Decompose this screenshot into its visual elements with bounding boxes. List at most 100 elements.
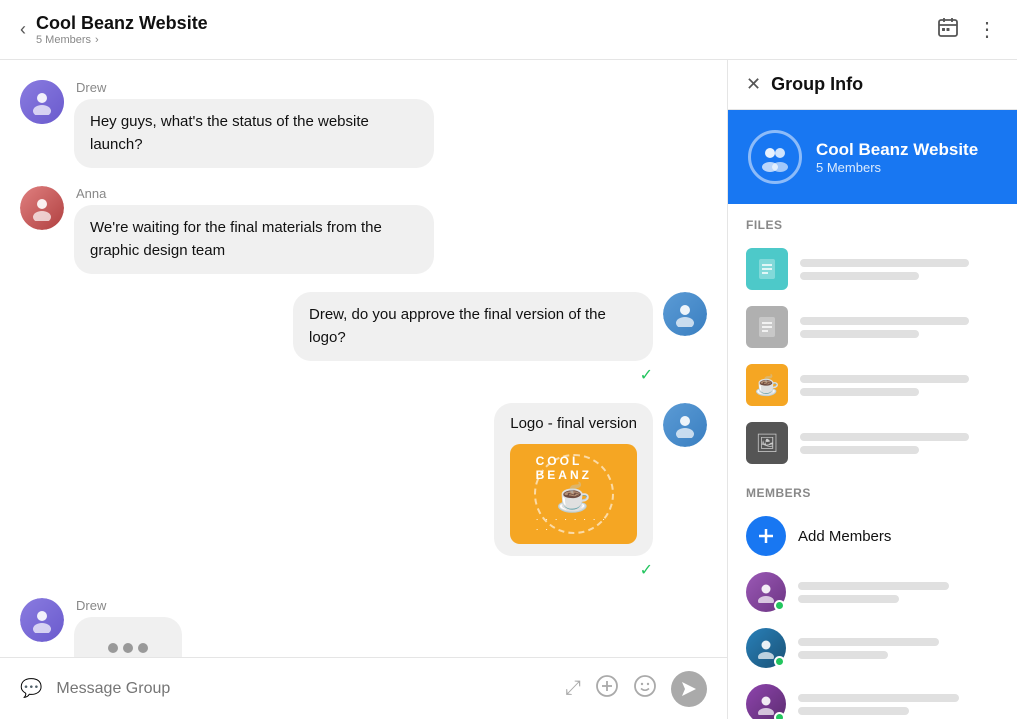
- subtitle-chevron: ›: [95, 34, 99, 46]
- calendar-icon[interactable]: [937, 16, 959, 44]
- sender-name: Drew: [74, 80, 434, 95]
- logo-text-top: COOL BEANZ: [536, 454, 612, 482]
- member-info-3: [798, 694, 999, 715]
- bubble-wrap: Drew Hey guys, what's the status of the …: [74, 80, 434, 168]
- add-circle-icon: [746, 516, 786, 556]
- send-button[interactable]: [671, 671, 707, 707]
- member-item-3: [728, 676, 1017, 719]
- avatar-anna: [20, 186, 64, 230]
- logo-circle: COOL BEANZ ☕ · · · · · · · · · ·: [534, 454, 614, 534]
- dot-1: [108, 643, 118, 653]
- file-info-3: [800, 375, 999, 396]
- add-members-label: Add Members: [798, 528, 891, 545]
- chat-title: Cool Beanz Website: [36, 13, 937, 34]
- avatar-outgoing: [663, 292, 707, 336]
- typing-indicator: [90, 629, 166, 657]
- expand-icon[interactable]: ⤢: [565, 677, 581, 700]
- sender-name: Anna: [74, 186, 434, 201]
- file-meta-line: [800, 272, 919, 280]
- member-avatar-1: [746, 572, 786, 612]
- bubble-wrap-logo: Logo - final version COOL BEANZ ☕ · · · …: [494, 403, 653, 580]
- member-avatar-2: [746, 628, 786, 668]
- file-name-line-3: [800, 375, 969, 383]
- file-info-4: [800, 433, 999, 454]
- file-thumbnail-3: ☕: [746, 364, 788, 406]
- message-row-logo: Logo - final version COOL BEANZ ☕ · · · …: [20, 403, 707, 580]
- close-icon[interactable]: ✕: [746, 74, 761, 95]
- online-status-3: [774, 712, 785, 719]
- add-members-button[interactable]: Add Members: [728, 508, 1017, 564]
- dot-3: [138, 643, 148, 653]
- file-meta-line-2: [800, 330, 919, 338]
- member-info-2: [798, 638, 999, 659]
- bubble-wrap-typing: Drew: [74, 598, 182, 657]
- group-banner-name: Cool Beanz Website: [816, 140, 978, 160]
- header-title-area: Cool Beanz Website 5 Members ›: [36, 13, 937, 46]
- logo-image: COOL BEANZ ☕ · · · · · · · · · ·: [510, 444, 637, 544]
- chat-icon: 💬: [20, 678, 42, 699]
- message-row-typing: Drew: [20, 598, 707, 657]
- avatar-drew: [20, 80, 64, 124]
- message-bubble-outgoing: Drew, do you approve the final version o…: [293, 292, 653, 361]
- member-name-line: [798, 582, 949, 590]
- message-row-outgoing: Drew, do you approve the final version o…: [20, 292, 707, 385]
- group-banner-members: 5 Members: [816, 160, 978, 175]
- file-item: [728, 298, 1017, 356]
- avatar-outgoing-2: [663, 403, 707, 447]
- dot-2: [123, 643, 133, 653]
- emoji-icon[interactable]: [633, 674, 657, 704]
- file-name-line: [800, 259, 969, 267]
- member-item-2: [728, 620, 1017, 676]
- member-info-1: [798, 582, 999, 603]
- panel-title: Group Info: [771, 74, 863, 95]
- members-section-title: MEMBERS: [728, 472, 1017, 508]
- header: ‹ Cool Beanz Website 5 Members › ⋮: [0, 0, 1017, 60]
- file-info-2: [800, 317, 999, 338]
- member-role-line-2: [798, 651, 888, 659]
- read-receipt: ✓: [640, 365, 653, 385]
- file-thumbnail: [746, 248, 788, 290]
- messages-list: Drew Hey guys, what's the status of the …: [0, 60, 727, 657]
- group-banner: Cool Beanz Website 5 Members: [728, 110, 1017, 204]
- message-input-bar: 💬 ⤢: [0, 657, 727, 719]
- avatar-drew-2: [20, 598, 64, 642]
- message-input[interactable]: [56, 680, 551, 698]
- add-icon[interactable]: [595, 674, 619, 704]
- logo-bubble: Logo - final version COOL BEANZ ☕ · · · …: [494, 403, 653, 556]
- read-receipt-logo: ✓: [640, 560, 653, 580]
- main: Drew Hey guys, what's the status of the …: [0, 60, 1017, 719]
- typing-bubble: [74, 617, 182, 657]
- back-button[interactable]: ‹: [20, 19, 26, 40]
- member-role-line: [798, 595, 899, 603]
- member-avatar-3: [746, 684, 786, 719]
- members-count: 5 Members: [36, 34, 91, 46]
- file-item: [728, 240, 1017, 298]
- sender-name-typing: Drew: [74, 598, 182, 613]
- group-avatar-icon: [748, 130, 802, 184]
- logo-title: Logo - final version: [510, 415, 637, 434]
- chat-area: Drew Hey guys, what's the status of the …: [0, 60, 727, 719]
- group-banner-info: Cool Beanz Website 5 Members: [816, 140, 978, 175]
- members-subtitle[interactable]: 5 Members ›: [36, 34, 937, 46]
- file-thumbnail-2: [746, 306, 788, 348]
- message-bubble: We're waiting for the final materials fr…: [74, 205, 434, 274]
- online-status: [774, 600, 785, 611]
- file-item-4: 🖼: [728, 414, 1017, 472]
- app-container: ‹ Cool Beanz Website 5 Members › ⋮: [0, 0, 1017, 719]
- file-info: [800, 259, 999, 280]
- header-actions: ⋮: [937, 16, 997, 44]
- bubble-wrap-outgoing: Drew, do you approve the final version o…: [293, 292, 653, 385]
- files-section-title: FILES: [728, 204, 1017, 240]
- file-thumbnail-4: 🖼: [746, 422, 788, 464]
- logo-text-bottom: · · · · · · · · · ·: [536, 514, 612, 534]
- message-row: Anna We're waiting for the final materia…: [20, 186, 707, 274]
- file-name-line-2: [800, 317, 969, 325]
- member-name-line-2: [798, 638, 939, 646]
- right-panel: ✕ Group Info Cool Beanz Website 5 Member…: [727, 60, 1017, 719]
- member-name-line-3: [798, 694, 959, 702]
- more-icon[interactable]: ⋮: [977, 17, 997, 42]
- file-name-line-4: [800, 433, 969, 441]
- file-meta-line-4: [800, 446, 919, 454]
- member-item: [728, 564, 1017, 620]
- member-role-line-3: [798, 707, 909, 715]
